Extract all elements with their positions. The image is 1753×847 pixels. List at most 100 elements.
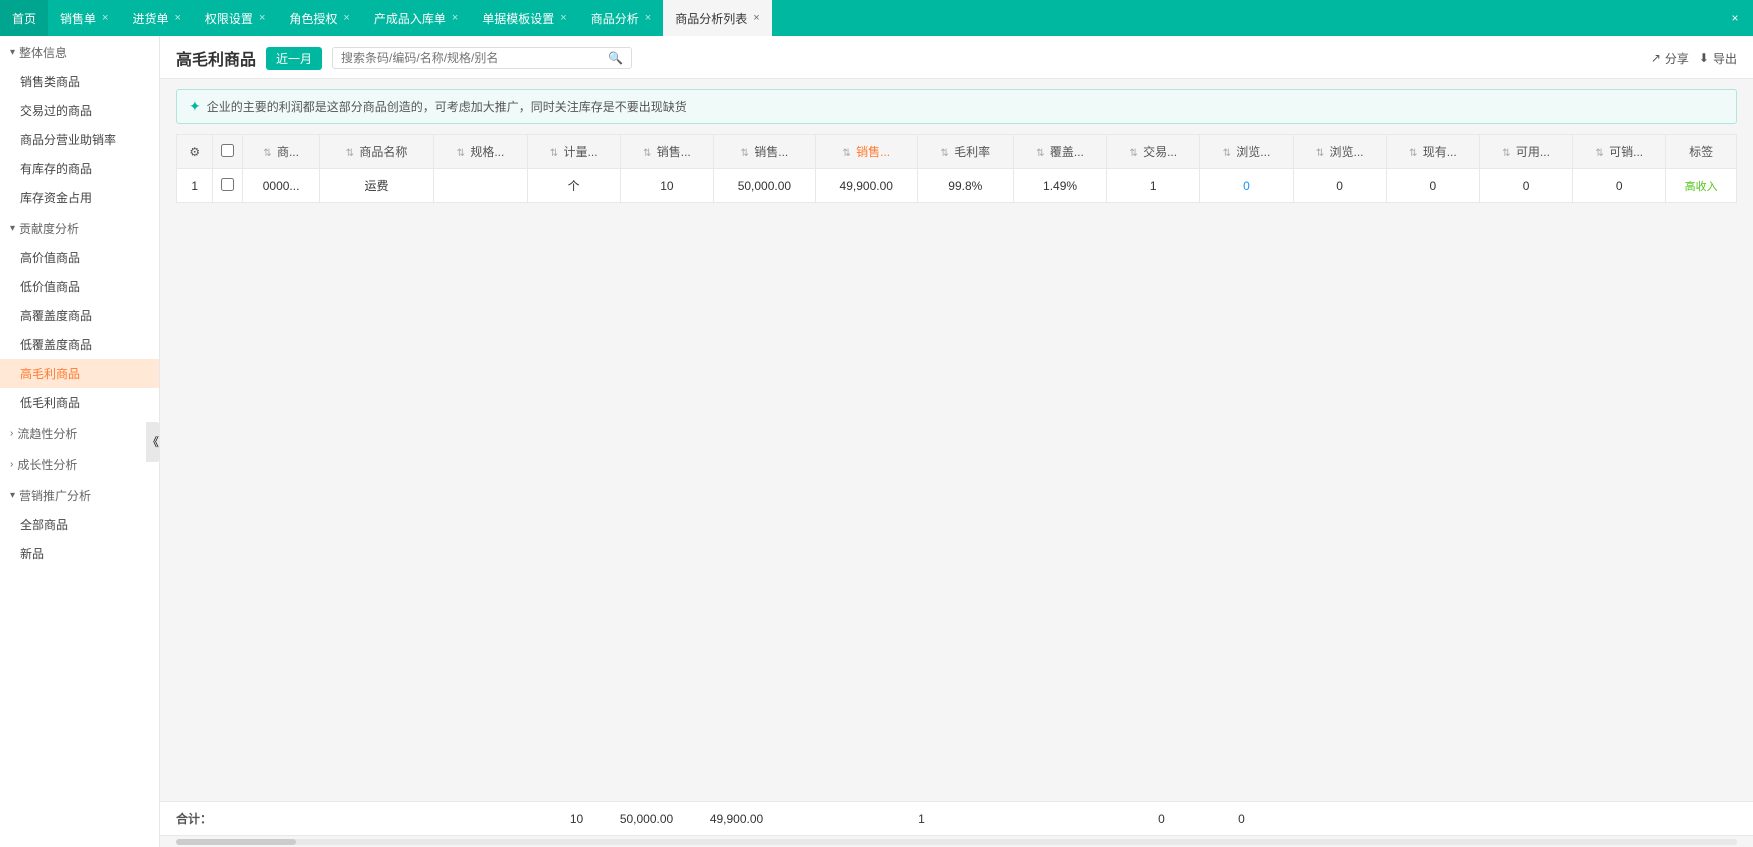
tab-analysis-list[interactable]: 商品分析列表 ×	[663, 0, 771, 36]
sort-icon-spec: ⇅	[457, 148, 465, 159]
col-transactions[interactable]: ⇅ 交易...	[1107, 135, 1200, 169]
col-coverage[interactable]: ⇅ 覆盖...	[1013, 135, 1106, 169]
browse1-link[interactable]: 0	[1243, 179, 1250, 193]
cell-browse1[interactable]: 0	[1200, 169, 1293, 203]
col-unit[interactable]: ⇅ 计量...	[527, 135, 620, 169]
sidebar-item-low-coverage[interactable]: 低覆盖度商品	[0, 330, 159, 359]
sidebar-item-low-value[interactable]: 低价值商品	[0, 272, 159, 301]
page-title: 高毛利商品	[176, 46, 256, 70]
data-table: ⚙ ⇅ 商... ⇅ 商品名称 ⇅	[176, 134, 1737, 203]
sidebar-item-low-margin[interactable]: 低毛利商品	[0, 388, 159, 417]
cell-unit: 个	[527, 169, 620, 203]
tab-permission-label: 权限设置	[205, 10, 253, 27]
sidebar-group-marketing[interactable]: ▾ 营销推广分析	[0, 479, 159, 510]
sort-icon-name: ⇅	[346, 148, 354, 159]
col-browse1[interactable]: ⇅ 浏览...	[1200, 135, 1293, 169]
sidebar-group-flow-label: 流趋性分析	[17, 425, 77, 442]
sort-icon-available: ⇅	[1502, 148, 1510, 159]
tab-product-entry[interactable]: 产成品入库单 ×	[362, 0, 470, 36]
col-browse2[interactable]: ⇅ 浏览...	[1293, 135, 1386, 169]
sidebar-item-stock-goods[interactable]: 有库存的商品	[0, 154, 159, 183]
col-name[interactable]: ⇅ 商品名称	[319, 135, 434, 169]
cell-sales3: 49,900.00	[815, 169, 917, 203]
tab-template-close[interactable]: ×	[560, 12, 566, 24]
group-contribution-arrow: ▾	[10, 223, 15, 234]
cell-checkbox[interactable]	[213, 169, 243, 203]
sort-icon-sales3: ⇅	[842, 148, 850, 159]
tab-purchase-close[interactable]: ×	[174, 12, 180, 24]
sidebar-item-new-goods[interactable]: 新品	[0, 539, 159, 568]
sidebar-item-all-goods[interactable]: 全部商品	[0, 510, 159, 539]
tab-product-entry-close[interactable]: ×	[452, 12, 458, 24]
tab-analysis[interactable]: 商品分析 ×	[579, 0, 663, 36]
tab-permission[interactable]: 权限设置 ×	[193, 0, 277, 36]
search-input[interactable]	[341, 51, 604, 65]
col-gross-rate[interactable]: ⇅ 毛利率	[917, 135, 1013, 169]
row-checkbox[interactable]	[221, 178, 234, 191]
col-settings[interactable]: ⚙	[177, 135, 213, 169]
sidebar-group-overall[interactable]: ▾ 整体信息	[0, 36, 159, 67]
sidebar-item-high-value[interactable]: 高价值商品	[0, 243, 159, 272]
search-icon[interactable]: 🔍	[608, 51, 623, 65]
cell-name: 运费	[319, 169, 434, 203]
sidebar-item-high-coverage[interactable]: 高覆盖度商品	[0, 301, 159, 330]
horizontal-scrollbar[interactable]	[160, 835, 1753, 847]
sidebar-item-high-margin[interactable]: 高毛利商品	[0, 359, 159, 388]
sidebar-group-contribution[interactable]: ▾ 贡献度分析	[0, 212, 159, 243]
cell-num: 1	[177, 169, 213, 203]
tab-permission-close[interactable]: ×	[259, 12, 265, 24]
export-button[interactable]: ⬇ 导出	[1699, 50, 1737, 67]
select-all-checkbox[interactable]	[221, 144, 234, 157]
sidebar-item-traded-goods[interactable]: 交易过的商品	[0, 96, 159, 125]
content-header: 高毛利商品 近一月 🔍 ↗ 分享 ⬇ 导出	[160, 36, 1753, 79]
sidebar-group-growth[interactable]: › 成长性分析	[0, 448, 159, 479]
sort-icon-gross: ⇅	[940, 148, 948, 159]
footer-available-val: 0	[1202, 812, 1282, 826]
sort-icon-coverage: ⇅	[1036, 148, 1044, 159]
sidebar-group-flow[interactable]: › 流趋性分析	[0, 417, 159, 448]
sidebar-collapse-btn[interactable]: 《	[146, 422, 160, 462]
col-current[interactable]: ⇅ 现有...	[1386, 135, 1479, 169]
col-sales1[interactable]: ⇅ 销售...	[620, 135, 713, 169]
col-tag: 标签	[1666, 135, 1737, 169]
scrollbar-thumb[interactable]	[176, 839, 296, 845]
col-sales2[interactable]: ⇅ 销售...	[713, 135, 815, 169]
cell-sellable: 0	[1573, 169, 1666, 203]
footer-sales3-val: 49,900.00	[692, 812, 782, 826]
tab-sales[interactable]: 销售单 ×	[48, 0, 120, 36]
col-available[interactable]: ⇅ 可用...	[1479, 135, 1572, 169]
tab-analysis-list-close[interactable]: ×	[753, 12, 759, 24]
col-checkbox[interactable]	[213, 135, 243, 169]
tab-home[interactable]: 首页	[0, 0, 48, 36]
col-spec[interactable]: ⇅ 规格...	[434, 135, 527, 169]
cell-sales2: 50,000.00	[713, 169, 815, 203]
sidebar-item-category-rate[interactable]: 商品分营业助销率	[0, 125, 159, 154]
cell-spec	[434, 169, 527, 203]
sidebar-group-contribution-label: 贡献度分析	[19, 220, 79, 237]
tab-role[interactable]: 角色授权 ×	[277, 0, 361, 36]
footer-sales1-val: 10	[552, 812, 602, 826]
tab-purchase[interactable]: 进货单 ×	[120, 0, 192, 36]
cell-current: 0	[1386, 169, 1479, 203]
tab-sales-close[interactable]: ×	[102, 12, 108, 24]
sort-icon-sellable: ⇅	[1595, 148, 1603, 159]
tab-analysis-close[interactable]: ×	[645, 12, 651, 24]
cell-sales1: 10	[620, 169, 713, 203]
footer-current-val: 0	[1122, 812, 1202, 826]
share-button[interactable]: ↗ 分享	[1651, 50, 1689, 67]
tab-role-close[interactable]: ×	[343, 12, 349, 24]
share-icon: ↗	[1651, 51, 1661, 65]
info-icon: ✦	[189, 98, 201, 115]
col-code[interactable]: ⇅ 商...	[243, 135, 319, 169]
close-all-tabs[interactable]: ×	[1717, 0, 1753, 36]
col-sellable[interactable]: ⇅ 可销...	[1573, 135, 1666, 169]
tag-high-income: 高收入	[1685, 181, 1718, 193]
sidebar-item-sales-goods[interactable]: 销售类商品	[0, 67, 159, 96]
cell-code: 0000...	[243, 169, 319, 203]
tab-template[interactable]: 单据模板设置 ×	[470, 0, 578, 36]
sidebar-item-stock-capital[interactable]: 库存资金占用	[0, 183, 159, 212]
info-banner: ✦ 企业的主要的利润都是这部分商品创造的，可考虑加大推广，同时关注库存是不要出现…	[176, 89, 1737, 124]
col-sales3[interactable]: ⇅ 销售...	[815, 135, 917, 169]
scrollbar-track[interactable]	[176, 839, 1737, 845]
filter-recent-month[interactable]: 近一月	[266, 47, 322, 70]
